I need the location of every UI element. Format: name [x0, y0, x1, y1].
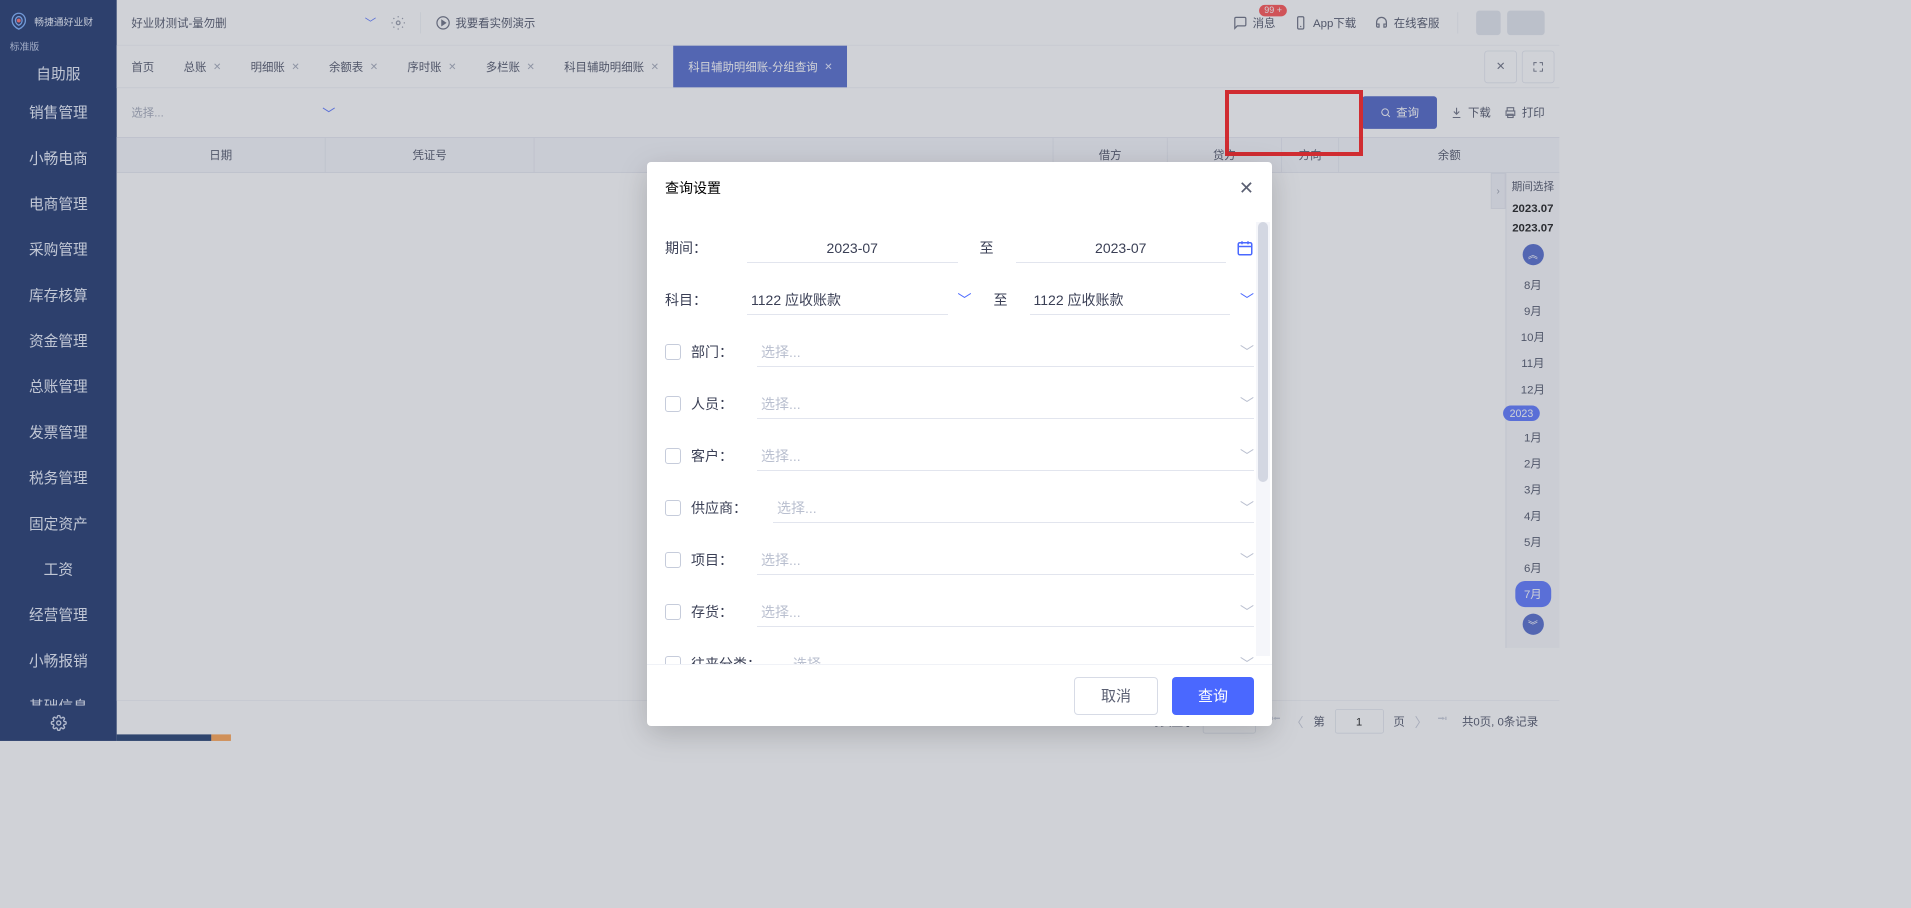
person-select[interactable] — [757, 390, 1240, 418]
chevron-down-icon[interactable]: ﹀ — [1240, 446, 1254, 466]
row-label: 客户： — [691, 446, 747, 466]
modal-body: 期间： 至 科目： ﹀ 至 ﹀ 部门： ﹀ 人员： ﹀ 客户： ﹀ — [647, 214, 1272, 664]
ok-button[interactable]: 查询 — [1172, 677, 1254, 715]
customer-select[interactable] — [757, 442, 1240, 470]
dept-select[interactable] — [757, 338, 1240, 366]
checkbox-stock[interactable] — [665, 604, 681, 620]
period-from-input[interactable] — [747, 234, 958, 263]
scrollbar-thumb[interactable] — [1258, 222, 1268, 482]
modal-footer: 取消 查询 — [647, 664, 1272, 726]
subject-from-input[interactable] — [747, 286, 948, 315]
period-to-input[interactable] — [1016, 234, 1227, 263]
category-select[interactable] — [789, 650, 1240, 665]
period-label: 期间： — [665, 238, 737, 258]
project-select[interactable] — [757, 546, 1240, 574]
chevron-down-icon[interactable]: ﹀ — [1240, 342, 1254, 362]
chevron-down-icon[interactable]: ﹀ — [1240, 550, 1254, 570]
modal-scrollbar[interactable] — [1256, 222, 1270, 656]
supplier-select[interactable] — [773, 494, 1240, 522]
subject-to-label: 至 — [982, 290, 1020, 310]
chevron-down-icon[interactable]: ﹀ — [1240, 498, 1254, 518]
modal-title: 查询设置 — [665, 178, 721, 198]
chevron-down-icon[interactable]: ﹀ — [1240, 394, 1254, 414]
row-label: 往来分类： — [691, 654, 779, 664]
chevron-down-icon[interactable]: ﹀ — [1240, 290, 1254, 310]
modal-header: 查询设置 ✕ — [647, 162, 1272, 214]
subject-label: 科目： — [665, 290, 737, 310]
chevron-down-icon[interactable]: ﹀ — [1240, 602, 1254, 622]
cancel-button[interactable]: 取消 — [1074, 677, 1158, 715]
subject-to-input[interactable] — [1030, 286, 1231, 315]
checkbox-category[interactable] — [665, 656, 681, 664]
chevron-down-icon[interactable]: ﹀ — [1240, 654, 1254, 665]
row-label: 人员： — [691, 394, 747, 414]
checkbox-dept[interactable] — [665, 344, 681, 360]
row-label: 项目： — [691, 550, 747, 570]
calendar-icon[interactable] — [1236, 239, 1254, 257]
row-label: 存货： — [691, 602, 747, 622]
period-to-label: 至 — [968, 238, 1006, 258]
checkbox-supplier[interactable] — [665, 500, 681, 516]
stock-select[interactable] — [757, 598, 1240, 626]
checkbox-person[interactable] — [665, 396, 681, 412]
checkbox-customer[interactable] — [665, 448, 681, 464]
query-settings-modal: 查询设置 ✕ 期间： 至 科目： ﹀ 至 ﹀ 部门： ﹀ 人员： ﹀ — [647, 162, 1272, 726]
modal-close-button[interactable]: ✕ — [1239, 178, 1254, 199]
row-label: 部门： — [691, 342, 747, 362]
checkbox-project[interactable] — [665, 552, 681, 568]
row-label: 供应商： — [691, 498, 763, 518]
chevron-down-icon[interactable]: ﹀ — [958, 290, 972, 310]
